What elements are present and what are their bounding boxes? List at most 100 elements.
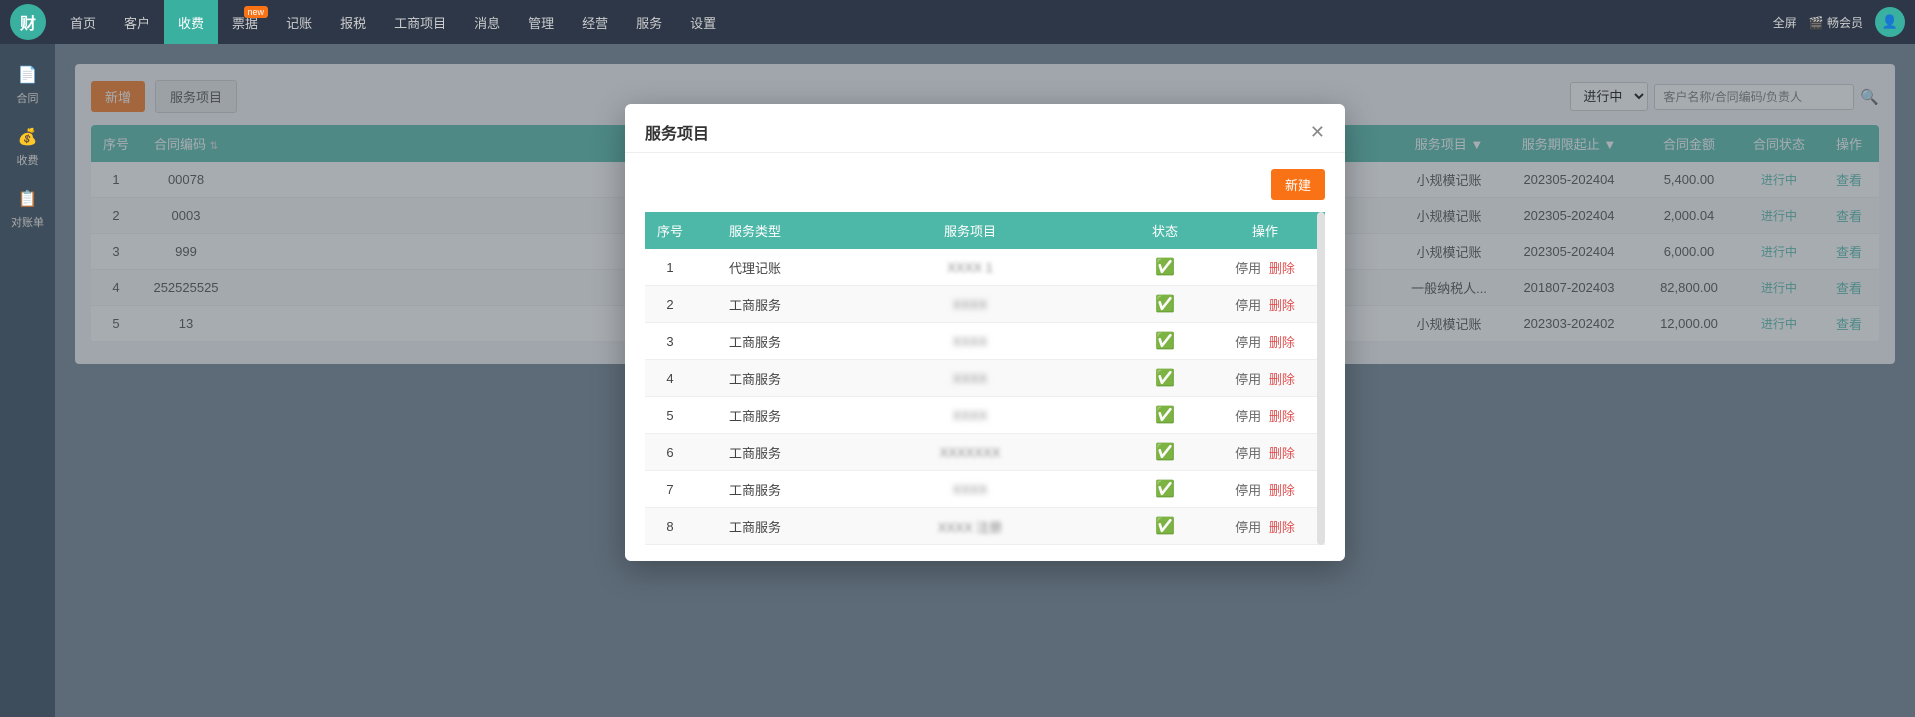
modal-table-row: 1 代理记账 XXXX 1 ✅ 停用 删除 [645, 249, 1325, 286]
nav-business[interactable]: 工商项目 [380, 0, 460, 44]
modal-cell-item: XXXX [815, 397, 1125, 434]
nav-tax[interactable]: 报税 [326, 0, 380, 44]
nav-right: 全屏 🎬 畅会员 👤 [1773, 7, 1905, 37]
modal-cell-seq: 4 [645, 360, 695, 397]
modal-cell-seq: 2 [645, 286, 695, 323]
fee-icon: 💰 [17, 126, 39, 148]
modal-cell-type: 工商服务 [695, 397, 815, 434]
modal-cell-type: 工商服务 [695, 434, 815, 471]
modal-cell-actions[interactable]: 停用 删除 [1205, 397, 1325, 434]
modal-cell-type: 工商服务 [695, 471, 815, 508]
nav-bookkeeping[interactable]: 记账 [272, 0, 326, 44]
modal-cell-status: ✅ [1125, 508, 1205, 545]
delete-button[interactable]: 删除 [1269, 480, 1295, 499]
modal-cell-seq: 8 [645, 508, 695, 545]
modal-cell-seq: 6 [645, 434, 695, 471]
sidebar: 📄 合同 💰 收费 📋 对账单 [0, 44, 55, 717]
new-badge: new [244, 6, 269, 18]
stop-button[interactable]: 停用 [1235, 258, 1261, 277]
modal-cell-item: XXXX 1 [815, 249, 1125, 286]
service-item-modal: 服务项目 ✕ 新建 序号 服务类型 服务项目 [625, 104, 1345, 561]
modal-th-status: 状态 [1125, 212, 1205, 249]
scrollbar[interactable] [1317, 212, 1325, 545]
sidebar-item-fee[interactable]: 💰 收费 [0, 116, 55, 178]
stop-button[interactable]: 停用 [1235, 369, 1261, 388]
modal-cell-item: XXXX [815, 323, 1125, 360]
content-area: 新增 服务项目 进行中 全部 已结束 🔍 序号 合同编码 [55, 44, 1915, 717]
modal-cell-item: XXXX [815, 471, 1125, 508]
modal-th-seq: 序号 [645, 212, 695, 249]
modal-title: 服务项目 [645, 120, 709, 144]
modal-cell-item: XXXXXXX [815, 434, 1125, 471]
stop-button[interactable]: 停用 [1235, 517, 1261, 536]
modal-cell-item: XXXX [815, 360, 1125, 397]
modal-cell-type: 工商服务 [695, 360, 815, 397]
modal-cell-status: ✅ [1125, 360, 1205, 397]
nav-customer[interactable]: 客户 [110, 0, 164, 44]
delete-button[interactable]: 删除 [1269, 295, 1295, 314]
modal-table-row: 6 工商服务 XXXXXXX ✅ 停用 删除 [645, 434, 1325, 471]
modal-table-row: 7 工商服务 XXXX ✅ 停用 删除 [645, 471, 1325, 508]
modal-cell-type: 工商服务 [695, 508, 815, 545]
stop-button[interactable]: 停用 [1235, 332, 1261, 351]
modal-table-row: 8 工商服务 XXXX 注册 ✅ 停用 删除 [645, 508, 1325, 545]
stop-button[interactable]: 停用 [1235, 443, 1261, 462]
delete-button[interactable]: 删除 [1269, 406, 1295, 425]
modal-cell-status: ✅ [1125, 434, 1205, 471]
nav-settings[interactable]: 设置 [676, 0, 730, 44]
modal-table-row: 3 工商服务 XXXX ✅ 停用 删除 [645, 323, 1325, 360]
nav-home[interactable]: 首页 [56, 0, 110, 44]
modal-cell-status: ✅ [1125, 286, 1205, 323]
top-navigation: 财 首页 客户 收费 票据 new 记账 报税 工商项目 消息 管理 经营 服务… [0, 0, 1915, 44]
modal-cell-status: ✅ [1125, 397, 1205, 434]
member-btn[interactable]: 🎬 畅会员 [1809, 14, 1863, 31]
statement-icon: 📋 [17, 188, 39, 210]
modal-close-button[interactable]: ✕ [1310, 122, 1325, 143]
delete-button[interactable]: 删除 [1269, 332, 1295, 351]
modal-body: 新建 序号 服务类型 服务项目 状态 操作 [625, 153, 1345, 561]
nav-message[interactable]: 消息 [460, 0, 514, 44]
delete-button[interactable]: 删除 [1269, 258, 1295, 277]
modal-cell-actions[interactable]: 停用 删除 [1205, 360, 1325, 397]
modal-cell-status: ✅ [1125, 249, 1205, 286]
modal-cell-actions[interactable]: 停用 删除 [1205, 434, 1325, 471]
avatar[interactable]: 👤 [1875, 7, 1905, 37]
modal-table-row: 5 工商服务 XXXX ✅ 停用 删除 [645, 397, 1325, 434]
nav-service[interactable]: 服务 [622, 0, 676, 44]
modal-cell-status: ✅ [1125, 323, 1205, 360]
modal-cell-type: 代理记账 [695, 249, 815, 286]
delete-button[interactable]: 删除 [1269, 369, 1295, 388]
modal-cell-seq: 1 [645, 249, 695, 286]
nav-fee[interactable]: 收费 [164, 0, 218, 44]
modal-cell-type: 工商服务 [695, 286, 815, 323]
modal-cell-actions[interactable]: 停用 删除 [1205, 286, 1325, 323]
modal-cell-actions[interactable]: 停用 删除 [1205, 323, 1325, 360]
nav-manage[interactable]: 管理 [514, 0, 568, 44]
sidebar-item-statement[interactable]: 📋 对账单 [0, 178, 55, 240]
modal-th-item: 服务项目 [815, 212, 1125, 249]
modal-table-header: 序号 服务类型 服务项目 状态 操作 [645, 212, 1325, 249]
modal-cell-actions[interactable]: 停用 删除 [1205, 249, 1325, 286]
stop-button[interactable]: 停用 [1235, 295, 1261, 314]
modal-cell-seq: 5 [645, 397, 695, 434]
contract-icon: 📄 [17, 64, 39, 86]
sidebar-item-contract[interactable]: 📄 合同 [0, 54, 55, 116]
modal-new-button[interactable]: 新建 [1271, 169, 1325, 200]
fullscreen-btn[interactable]: 全屏 [1773, 14, 1797, 31]
nav-operation[interactable]: 经营 [568, 0, 622, 44]
modal-table-row: 2 工商服务 XXXX ✅ 停用 删除 [645, 286, 1325, 323]
delete-button[interactable]: 删除 [1269, 517, 1295, 536]
modal-cell-seq: 3 [645, 323, 695, 360]
modal-cell-seq: 7 [645, 471, 695, 508]
modal-cell-actions[interactable]: 停用 删除 [1205, 508, 1325, 545]
modal-header: 服务项目 ✕ [625, 104, 1345, 153]
modal-cell-actions[interactable]: 停用 删除 [1205, 471, 1325, 508]
nav-invoice[interactable]: 票据 new [218, 0, 272, 44]
modal-table-row: 4 工商服务 XXXX ✅ 停用 删除 [645, 360, 1325, 397]
modal-cell-item: XXXX [815, 286, 1125, 323]
modal-th-type: 服务类型 [695, 212, 815, 249]
stop-button[interactable]: 停用 [1235, 406, 1261, 425]
stop-button[interactable]: 停用 [1235, 480, 1261, 499]
delete-button[interactable]: 删除 [1269, 443, 1295, 462]
modal-cell-type: 工商服务 [695, 323, 815, 360]
